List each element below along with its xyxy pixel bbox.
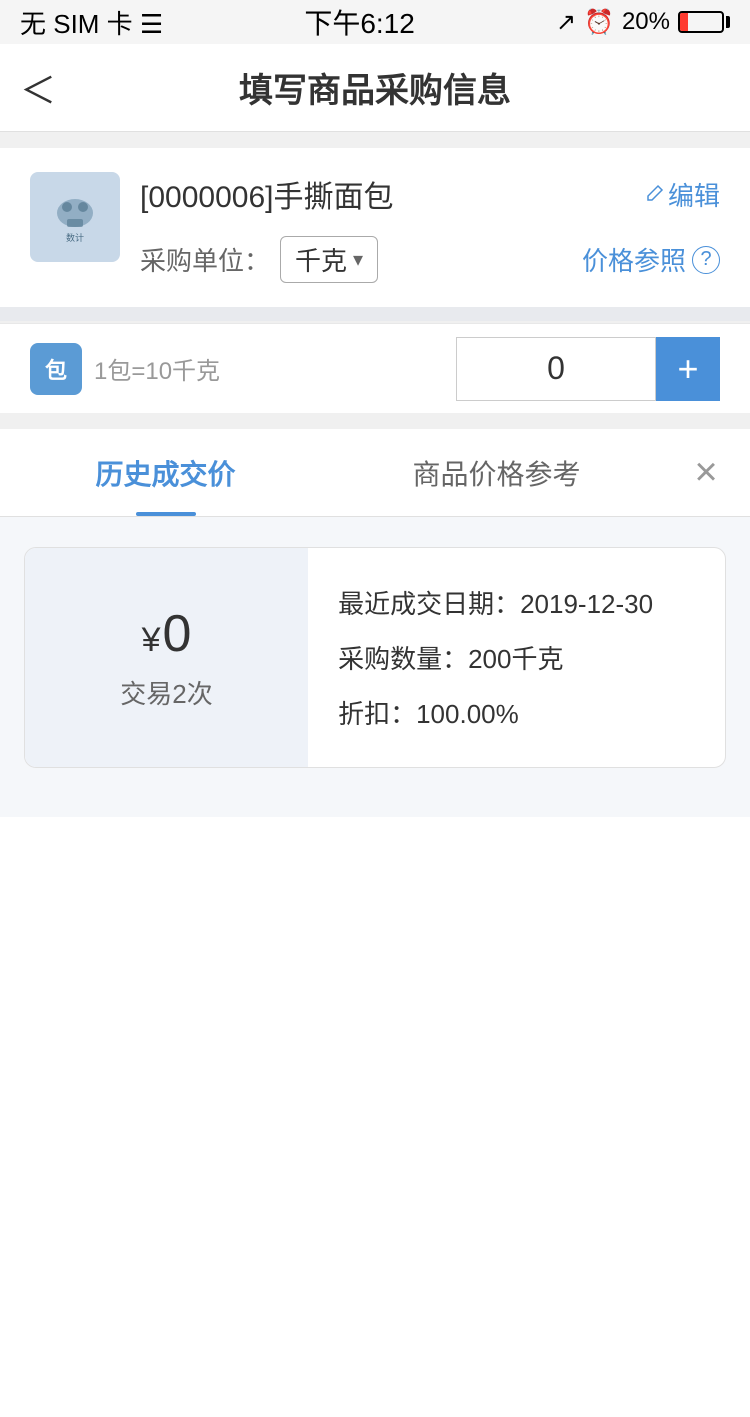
battery-icon bbox=[678, 11, 730, 33]
edit-label: 编辑 bbox=[668, 176, 720, 213]
date-label: 最近成交日期： bbox=[338, 589, 520, 619]
card-date-row: 最近成交日期：2019-12-30 bbox=[338, 584, 695, 621]
date-value: 2019-12-30 bbox=[520, 589, 653, 619]
product-thumbnail: 数计 bbox=[30, 172, 120, 262]
tab-reference-label: 商品价格参考 bbox=[412, 453, 580, 493]
product-info: [0000006]手撕面包 编辑 采购单位： 千克 ▾ bbox=[140, 172, 720, 283]
quantity-section: 包 1包=10千克 + bbox=[0, 323, 750, 413]
status-bar: 无 SIM 卡 ☰ 下午6:12 ↗ ⏰ 20% bbox=[0, 0, 750, 44]
unit-badge-label: 包 bbox=[45, 353, 67, 385]
status-time: 下午6:12 bbox=[304, 2, 415, 42]
history-card: ¥0 交易2次 最近成交日期：2019-12-30 采购数量：200千克 折扣：… bbox=[24, 547, 726, 768]
battery-body bbox=[678, 11, 724, 33]
qty-value: 200千克 bbox=[468, 644, 563, 674]
card-trades: 交易2次 bbox=[120, 674, 212, 711]
tab-close-button[interactable]: × bbox=[662, 429, 750, 517]
page-title: 填写商品采购信息 bbox=[239, 63, 511, 112]
product-section: 数计 [0000006]手撕面包 编辑 采购单位： 千克 bbox=[0, 148, 750, 307]
product-id: [0000006] bbox=[140, 181, 273, 214]
tabs-section: 历史成交价 商品价格参考 × ¥0 交易2次 最近成交日期：2019-12-30 bbox=[0, 429, 750, 817]
currency-symbol: ¥ bbox=[142, 621, 161, 659]
help-icon: ? bbox=[692, 246, 720, 274]
edit-icon bbox=[644, 184, 664, 204]
qty-plus-button[interactable]: + bbox=[656, 337, 720, 401]
history-content: ¥0 交易2次 最近成交日期：2019-12-30 采购数量：200千克 折扣：… bbox=[0, 517, 750, 817]
tab-reference[interactable]: 商品价格参考 bbox=[331, 429, 662, 516]
battery-fill bbox=[680, 13, 688, 31]
battery-percent: 20% bbox=[622, 8, 670, 36]
card-discount-row: 折扣：100.00% bbox=[338, 694, 695, 731]
back-icon: ＜ bbox=[20, 70, 56, 111]
battery-tip bbox=[726, 16, 730, 28]
unit-selector[interactable]: 千克 ▾ bbox=[280, 236, 378, 283]
status-left-text: 无 SIM 卡 ☰ bbox=[20, 9, 163, 39]
tab-history-label: 历史成交价 bbox=[95, 453, 235, 493]
edit-button[interactable]: 编辑 bbox=[644, 176, 720, 213]
bottom-area bbox=[0, 817, 750, 1417]
product-name-row: [0000006]手撕面包 编辑 bbox=[140, 172, 720, 216]
unit-row: 采购单位： 千克 ▾ 价格参照 ? bbox=[140, 236, 720, 283]
qty-left: 包 1包=10千克 bbox=[30, 343, 220, 395]
unit-badge: 包 bbox=[30, 343, 82, 395]
product-name-text: 手撕面包 bbox=[273, 181, 393, 214]
qty-right: + bbox=[456, 337, 720, 401]
card-left: ¥0 交易2次 bbox=[25, 548, 308, 767]
quantity-input[interactable] bbox=[456, 337, 656, 401]
location-icon: ↗ bbox=[556, 8, 576, 37]
alarm-icon: ⏰ bbox=[584, 8, 614, 37]
dropdown-icon: ▾ bbox=[353, 247, 363, 272]
unit-left: 采购单位： 千克 ▾ bbox=[140, 236, 378, 283]
tab-active-indicator bbox=[136, 512, 196, 516]
card-right: 最近成交日期：2019-12-30 采购数量：200千克 折扣：100.00% bbox=[308, 548, 725, 767]
unit-value: 千克 bbox=[295, 241, 347, 278]
svg-text:数计: 数计 bbox=[66, 232, 84, 243]
qty-conversion: 1包=10千克 bbox=[94, 351, 220, 386]
discount-label: 折扣： bbox=[338, 699, 416, 729]
product-name: [0000006]手撕面包 bbox=[140, 172, 393, 216]
status-right: ↗ ⏰ 20% bbox=[556, 8, 730, 37]
unit-label: 采购单位： bbox=[140, 241, 270, 278]
time-display: 下午6:12 bbox=[304, 8, 415, 39]
card-price: ¥0 bbox=[142, 604, 192, 664]
discount-value: 100.00% bbox=[416, 699, 519, 729]
price-value: 0 bbox=[163, 605, 192, 663]
tabs-header: 历史成交价 商品价格参考 × bbox=[0, 429, 750, 517]
plus-icon: + bbox=[677, 348, 698, 390]
close-icon: × bbox=[694, 450, 717, 495]
qty-label: 采购数量： bbox=[338, 644, 468, 674]
price-ref-label: 价格参照 bbox=[582, 241, 686, 278]
back-button[interactable]: ＜ bbox=[20, 62, 56, 114]
card-qty-row: 采购数量：200千克 bbox=[338, 639, 695, 676]
section-divider bbox=[0, 307, 750, 321]
status-left: 无 SIM 卡 ☰ bbox=[20, 4, 163, 41]
tab-history[interactable]: 历史成交价 bbox=[0, 429, 331, 516]
product-row: 数计 [0000006]手撕面包 编辑 采购单位： 千克 bbox=[30, 172, 720, 283]
nav-bar: ＜ 填写商品采购信息 bbox=[0, 44, 750, 132]
product-logo: 数计 bbox=[45, 187, 105, 247]
price-ref-button[interactable]: 价格参照 ? bbox=[582, 241, 720, 278]
